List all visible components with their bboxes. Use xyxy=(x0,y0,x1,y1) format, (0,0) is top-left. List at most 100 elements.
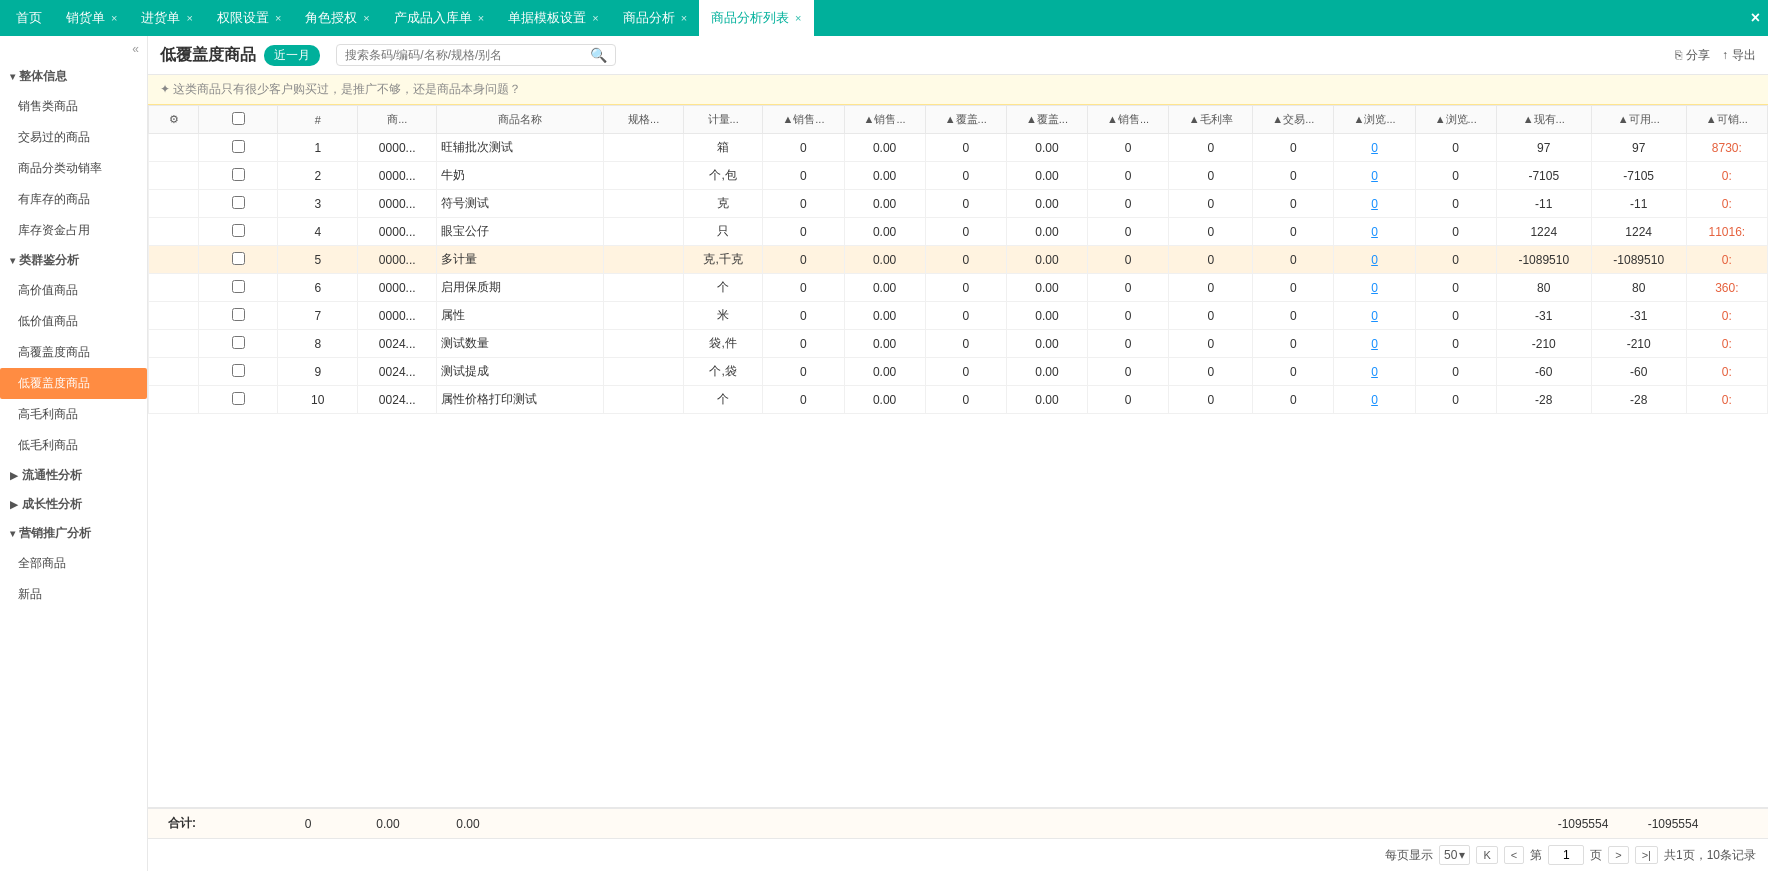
section-label-liq: 流通性分析 xyxy=(22,467,82,484)
row-select-checkbox[interactable] xyxy=(232,168,245,181)
row-browse2: 0 xyxy=(1415,274,1496,302)
col-spec: 规格... xyxy=(604,106,683,134)
col-sales-qty[interactable]: ▲销售... xyxy=(763,106,844,134)
row-sales-amt: 0.00 xyxy=(844,246,925,274)
row-browse1[interactable]: 0 xyxy=(1334,358,1415,386)
row-gross-rate: 0 xyxy=(1169,134,1253,162)
sidebar-item-in-stock[interactable]: 有库存的商品 xyxy=(0,184,147,215)
col-sales-amt[interactable]: ▲销售... xyxy=(844,106,925,134)
sidebar-item-traded-goods[interactable]: 交易过的商品 xyxy=(0,122,147,153)
close-all-button[interactable]: × xyxy=(1751,9,1760,27)
nav-item-purchase[interactable]: 进货单 × xyxy=(129,0,204,36)
row-unit: 个,袋 xyxy=(683,358,762,386)
row-sales-qty: 0 xyxy=(763,134,844,162)
search-input[interactable] xyxy=(345,48,590,62)
row-browse1[interactable]: 0 xyxy=(1334,330,1415,358)
nav-item-templates[interactable]: 单据模板设置 × xyxy=(496,0,610,36)
sidebar-item-new-goods[interactable]: 新品 xyxy=(0,579,147,610)
sidebar-item-category-rate[interactable]: 商品分类动销率 xyxy=(0,153,147,184)
nav-close-finished-goods[interactable]: × xyxy=(478,12,484,24)
sidebar-section-category-analysis[interactable]: ▾ 类群鉴分析 xyxy=(0,246,147,275)
row-select-checkbox[interactable] xyxy=(232,224,245,237)
col-salable[interactable]: ▲可销... xyxy=(1686,106,1767,134)
col-gross-rate[interactable]: ▲毛利率 xyxy=(1169,106,1253,134)
row-browse2: 0 xyxy=(1415,330,1496,358)
col-current[interactable]: ▲现有... xyxy=(1496,106,1591,134)
row-browse1[interactable]: 0 xyxy=(1334,274,1415,302)
sidebar-section-liquidity[interactable]: ▶ 流通性分析 xyxy=(0,461,147,490)
nav-close-roles[interactable]: × xyxy=(363,12,369,24)
last-page-button[interactable]: >| xyxy=(1635,846,1658,864)
export-button[interactable]: ↑ 导出 xyxy=(1722,47,1756,64)
col-browse1[interactable]: ▲浏览... xyxy=(1334,106,1415,134)
row-select-checkbox[interactable] xyxy=(232,336,245,349)
row-select-checkbox[interactable] xyxy=(232,280,245,293)
col-cov2[interactable]: ▲覆盖... xyxy=(1006,106,1087,134)
nav-item-sales[interactable]: 销货单 × xyxy=(54,0,129,36)
row-cov1: 0 xyxy=(925,274,1006,302)
nav-item-finished-goods[interactable]: 产成品入库单 × xyxy=(382,0,496,36)
row-sales-amt: 0.00 xyxy=(844,218,925,246)
sidebar-item-all-goods[interactable]: 全部商品 xyxy=(0,548,147,579)
nav-item-home[interactable]: 首页 xyxy=(4,0,54,36)
nav-item-analysis-list[interactable]: 商品分析列表 × xyxy=(699,0,813,36)
sidebar-collapse-button[interactable]: « xyxy=(0,36,147,62)
row-cov1: 0 xyxy=(925,218,1006,246)
sidebar-item-sales-goods[interactable]: 销售类商品 xyxy=(0,91,147,122)
sidebar-item-high-value[interactable]: 高价值商品 xyxy=(0,275,147,306)
row-sales3: 0 xyxy=(1088,358,1169,386)
row-browse1[interactable]: 0 xyxy=(1334,162,1415,190)
row-sales-amt: 0.00 xyxy=(844,134,925,162)
sidebar-item-high-gross[interactable]: 高毛利商品 xyxy=(0,399,147,430)
row-select-checkbox[interactable] xyxy=(232,140,245,153)
nav-close-templates[interactable]: × xyxy=(592,12,598,24)
sidebar-section-growth[interactable]: ▶ 成长性分析 xyxy=(0,490,147,519)
content-area: 低覆盖度商品 近一月 🔍 ⎘ 分享 ↑ 导出 ✦ 这类商品只有很少客户购买过，是… xyxy=(148,36,1768,871)
row-select-checkbox[interactable] xyxy=(232,196,245,209)
share-button[interactable]: ⎘ 分享 xyxy=(1675,47,1710,64)
sidebar-item-stock-capital[interactable]: 库存资金占用 xyxy=(0,215,147,246)
row-unit: 米 xyxy=(683,302,762,330)
nav-close-permissions[interactable]: × xyxy=(275,12,281,24)
col-browse2[interactable]: ▲浏览... xyxy=(1415,106,1496,134)
row-select-checkbox[interactable] xyxy=(232,392,245,405)
nav-item-product-analysis[interactable]: 商品分析 × xyxy=(611,0,699,36)
col-trade[interactable]: ▲交易... xyxy=(1253,106,1334,134)
row-browse1[interactable]: 0 xyxy=(1334,218,1415,246)
time-filter-button[interactable]: 近一月 xyxy=(264,45,320,66)
nav-close-analysis-list[interactable]: × xyxy=(795,12,801,24)
page-number-input[interactable] xyxy=(1548,845,1584,865)
next-page-button[interactable]: > xyxy=(1608,846,1628,864)
row-select-checkbox[interactable] xyxy=(232,252,245,265)
nav-item-roles[interactable]: 角色授权 × xyxy=(293,0,381,36)
sidebar-section-overall[interactable]: ▾ 整体信息 xyxy=(0,62,147,91)
col-settings[interactable]: ⚙ xyxy=(149,106,199,134)
item-label: 商品分类动销率 xyxy=(18,161,102,175)
table-row: 9 0024... 测试提成 个,袋 0 0.00 0 0.00 0 0 0 0… xyxy=(149,358,1768,386)
sidebar-item-high-coverage[interactable]: 高覆盖度商品 xyxy=(0,337,147,368)
col-available[interactable]: ▲可用... xyxy=(1591,106,1686,134)
prev-page-button[interactable]: < xyxy=(1504,846,1524,864)
per-page-select[interactable]: 50 ▾ xyxy=(1439,845,1470,865)
row-select-checkbox[interactable] xyxy=(232,364,245,377)
search-icon[interactable]: 🔍 xyxy=(590,47,607,63)
sidebar-item-low-gross[interactable]: 低毛利商品 xyxy=(0,430,147,461)
row-browse1[interactable]: 0 xyxy=(1334,134,1415,162)
row-select-checkbox[interactable] xyxy=(232,308,245,321)
row-browse1[interactable]: 0 xyxy=(1334,246,1415,274)
row-name: 多计量 xyxy=(437,246,604,274)
nav-item-permissions[interactable]: 权限设置 × xyxy=(205,0,293,36)
nav-close-sales[interactable]: × xyxy=(111,12,117,24)
row-browse1[interactable]: 0 xyxy=(1334,386,1415,414)
row-browse1[interactable]: 0 xyxy=(1334,190,1415,218)
col-sales3[interactable]: ▲销售... xyxy=(1088,106,1169,134)
first-page-button[interactable]: K xyxy=(1476,846,1497,864)
col-cov1[interactable]: ▲覆盖... xyxy=(925,106,1006,134)
row-browse1[interactable]: 0 xyxy=(1334,302,1415,330)
sidebar-item-low-coverage[interactable]: 低覆盖度商品 xyxy=(0,368,147,399)
nav-close-purchase[interactable]: × xyxy=(186,12,192,24)
sidebar-section-marketing[interactable]: ▾ 营销推广分析 xyxy=(0,519,147,548)
nav-close-product-analysis[interactable]: × xyxy=(681,12,687,24)
select-all-checkbox[interactable] xyxy=(232,112,245,125)
sidebar-item-low-value[interactable]: 低价值商品 xyxy=(0,306,147,337)
